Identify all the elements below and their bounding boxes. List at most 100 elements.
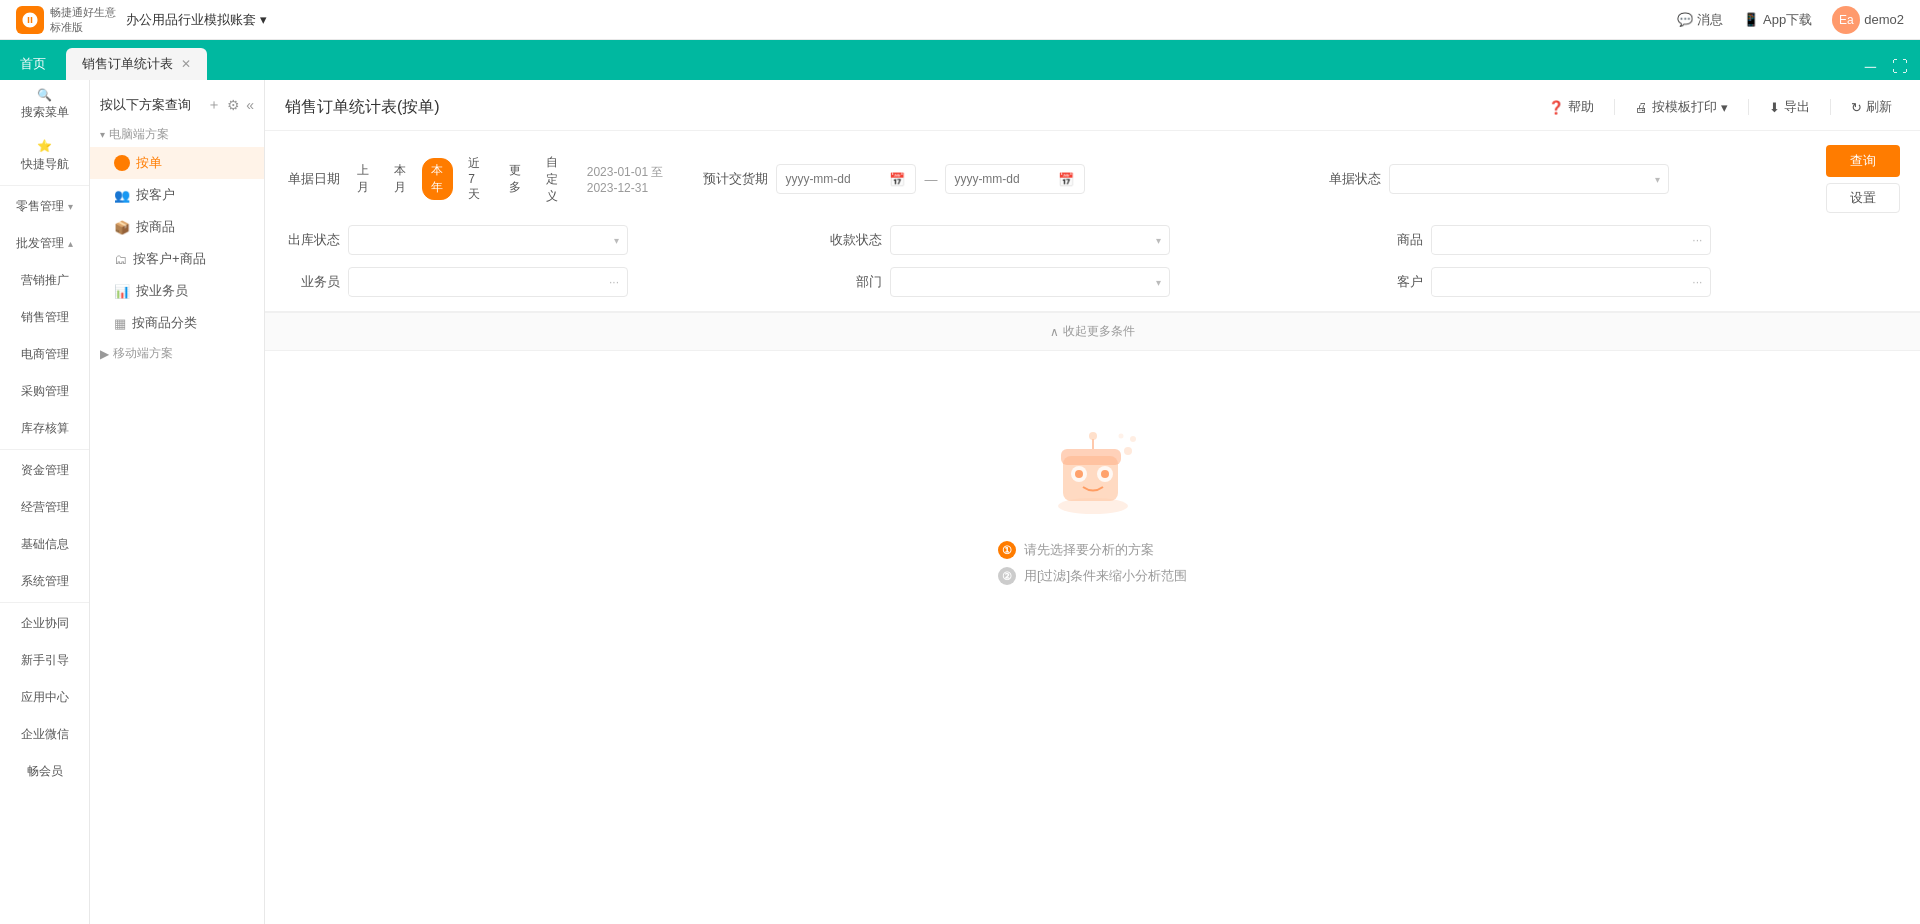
app-title-dropdown[interactable]: 办公用品行业模拟账套 ▾ — [126, 11, 267, 29]
this-month-btn[interactable]: 本月 — [385, 158, 416, 200]
last-month-btn[interactable]: 上月 — [348, 158, 379, 200]
empty-svg-illustration — [1033, 411, 1153, 521]
panel-title: 按以下方案查询 — [100, 96, 191, 114]
tab-maximize-btn[interactable]: ⛶ — [1888, 54, 1912, 80]
circle-active-icon — [114, 155, 130, 171]
sidebar-item-retail[interactable]: 零售管理 ▾ — [0, 188, 89, 225]
sidebar-item-finance[interactable]: 资金管理 — [0, 452, 89, 489]
customer-more-btn[interactable]: ··· — [1684, 275, 1710, 289]
app-title: 办公用品行业模拟账套 — [126, 11, 256, 29]
delivery-end-field[interactable] — [954, 172, 1054, 186]
template-print-btn[interactable]: 🖨 按模板打印 ▾ — [1627, 94, 1736, 120]
salesperson-more-btn[interactable]: ··· — [601, 275, 627, 289]
filter-row-1: 单据日期 上月 本月 本年 近7天 更多 自定义 2023-01-01 至 20… — [285, 145, 1900, 213]
panel-settings-btn[interactable]: ⚙ — [227, 97, 240, 113]
tab-home[interactable]: 首页 — [4, 48, 62, 80]
people-icon: 👥 — [114, 188, 130, 203]
custom-btn[interactable]: 自定义 — [537, 150, 575, 209]
panel-collapse-btn[interactable]: « — [246, 97, 254, 113]
calendar-end-icon[interactable]: 📅 — [1058, 172, 1074, 187]
phone-icon: 📱 — [1743, 12, 1759, 27]
out-status-select[interactable]: ▾ — [348, 225, 628, 255]
chevron-down-icon: ▾ — [614, 235, 619, 246]
app-download-btn[interactable]: 📱 App下载 — [1743, 11, 1812, 29]
panel-item-by-salesperson[interactable]: 📊 按业务员 — [90, 275, 264, 307]
goods-more-btn[interactable]: ··· — [1684, 233, 1710, 247]
empty-state: ① 请先选择要分析的方案 ② 用[过滤]条件来缩小分析范围 — [265, 351, 1920, 645]
sidebar-item-wholesale[interactable]: 批发管理 ▴ — [0, 225, 89, 262]
svg-rect-2 — [1061, 449, 1121, 465]
refresh-btn[interactable]: ↻ 刷新 — [1843, 94, 1900, 120]
panel-add-btn[interactable]: ＋ — [207, 96, 221, 114]
goods-input[interactable]: ··· — [1431, 225, 1711, 255]
sidebar-search-btn[interactable]: 🔍 搜索菜单 — [0, 80, 89, 129]
chevron-down-icon: ▾ — [1156, 277, 1161, 288]
collection-status-select[interactable]: ▾ — [890, 225, 1170, 255]
tab-sales-stats[interactable]: 销售订单统计表 ✕ — [66, 48, 207, 80]
filter-area: 单据日期 上月 本月 本年 近7天 更多 自定义 2023-01-01 至 20… — [265, 131, 1920, 312]
export-icon: ⬇ — [1769, 100, 1780, 115]
sidebar-item-member[interactable]: 畅会员 — [0, 753, 89, 790]
sidebar-item-enterprise[interactable]: 企业协同 — [0, 605, 89, 642]
panel-item-by-category[interactable]: ▦ 按商品分类 — [90, 307, 264, 339]
salesperson-input[interactable]: ··· — [348, 267, 628, 297]
sidebar-item-sales[interactable]: 销售管理 — [0, 299, 89, 336]
date-shortcut-group: 上月 本月 本年 近7天 更多 自定义 — [348, 150, 575, 209]
calendar-start-icon[interactable]: 📅 — [889, 172, 905, 187]
settings-btn[interactable]: 设置 — [1826, 183, 1900, 213]
dept-select[interactable]: ▾ — [890, 267, 1170, 297]
panel-header-actions: ＋ ⚙ « — [207, 96, 254, 114]
sidebar-item-inventory[interactable]: 库存核算 — [0, 410, 89, 447]
panel-item-by-product[interactable]: 📦 按商品 — [90, 211, 264, 243]
panel-item-by-order[interactable]: 按单 — [90, 147, 264, 179]
svg-point-8 — [1089, 432, 1097, 440]
goods-field[interactable] — [1432, 228, 1684, 253]
refresh-icon: ↻ — [1851, 100, 1862, 115]
tab-minimize-btn[interactable]: ─ — [1861, 54, 1880, 80]
last-7-btn[interactable]: 近7天 — [459, 151, 494, 207]
doc-status-select[interactable]: ▾ — [1389, 164, 1669, 194]
sidebar-item-ecommerce[interactable]: 电商管理 — [0, 336, 89, 373]
top-bar-left: 畅捷通好生意 标准版 办公用品行业模拟账套 ▾ — [16, 5, 267, 34]
sidebar-item-guide[interactable]: 新手引导 — [0, 642, 89, 679]
sidebar-item-enterprise-wechat[interactable]: 企业微信 — [0, 716, 89, 753]
sidebar-item-operation[interactable]: 经营管理 — [0, 489, 89, 526]
delivery-start-input[interactable]: 📅 — [776, 164, 916, 194]
more-btn[interactable]: 更多 — [500, 158, 531, 200]
user-menu[interactable]: Ea demo2 — [1832, 6, 1904, 34]
main-layout: 🔍 搜索菜单 ⭐ 快捷导航 零售管理 ▾ 批发管理 ▴ 营销推广 销售管理 电商… — [0, 80, 1920, 924]
sidebar-item-purchase[interactable]: 采购管理 — [0, 373, 89, 410]
sidebar-item-basic-info[interactable]: 基础信息 — [0, 526, 89, 563]
panel-section-mobile[interactable]: ▶ 移动端方案 — [90, 339, 264, 366]
divider-1 — [1614, 99, 1615, 115]
delivery-start-field[interactable] — [785, 172, 885, 186]
page-title: 销售订单统计表(按单) — [285, 97, 440, 118]
sidebar-item-quick-nav[interactable]: ⭐ 快捷导航 — [0, 129, 89, 183]
customer-input[interactable]: ··· — [1431, 267, 1711, 297]
question-icon: ❓ — [1548, 100, 1564, 115]
delivery-end-input[interactable]: 📅 — [945, 164, 1085, 194]
sidebar-item-marketing[interactable]: 营销推广 — [0, 262, 89, 299]
doc-status-label: 单据状态 — [1326, 170, 1381, 188]
chevron-down-icon: ▾ — [68, 201, 73, 212]
sidebar-item-system[interactable]: 系统管理 — [0, 563, 89, 600]
export-btn[interactable]: ⬇ 导出 — [1761, 94, 1818, 120]
salesperson-field[interactable] — [349, 270, 601, 295]
collapse-bar[interactable]: ∧ 收起更多条件 — [265, 312, 1920, 351]
this-year-btn[interactable]: 本年 — [422, 158, 453, 200]
customer-field[interactable] — [1432, 270, 1684, 295]
logo-icon — [16, 6, 44, 34]
sidebar-item-app-center[interactable]: 应用中心 — [0, 679, 89, 716]
panel-item-by-customer[interactable]: 👥 按客户 — [90, 179, 264, 211]
message-btn[interactable]: 💬 消息 — [1677, 11, 1723, 29]
tab-close-btn[interactable]: ✕ — [181, 57, 191, 71]
panel-section-pc[interactable]: ▾ 电脑端方案 — [90, 120, 264, 147]
top-bar-right: 💬 消息 📱 App下载 Ea demo2 — [1677, 6, 1904, 34]
panel-item-by-customer-product[interactable]: 🗂 按客户+商品 — [90, 243, 264, 275]
query-btn[interactable]: 查询 — [1826, 145, 1900, 177]
help-btn[interactable]: ❓ 帮助 — [1540, 94, 1602, 120]
out-status-block: 出库状态 ▾ — [285, 225, 817, 255]
dropdown-icon: ▾ — [260, 12, 267, 27]
chevron-up-icon: ∧ — [1050, 325, 1059, 339]
dept-label: 部门 — [827, 273, 882, 291]
